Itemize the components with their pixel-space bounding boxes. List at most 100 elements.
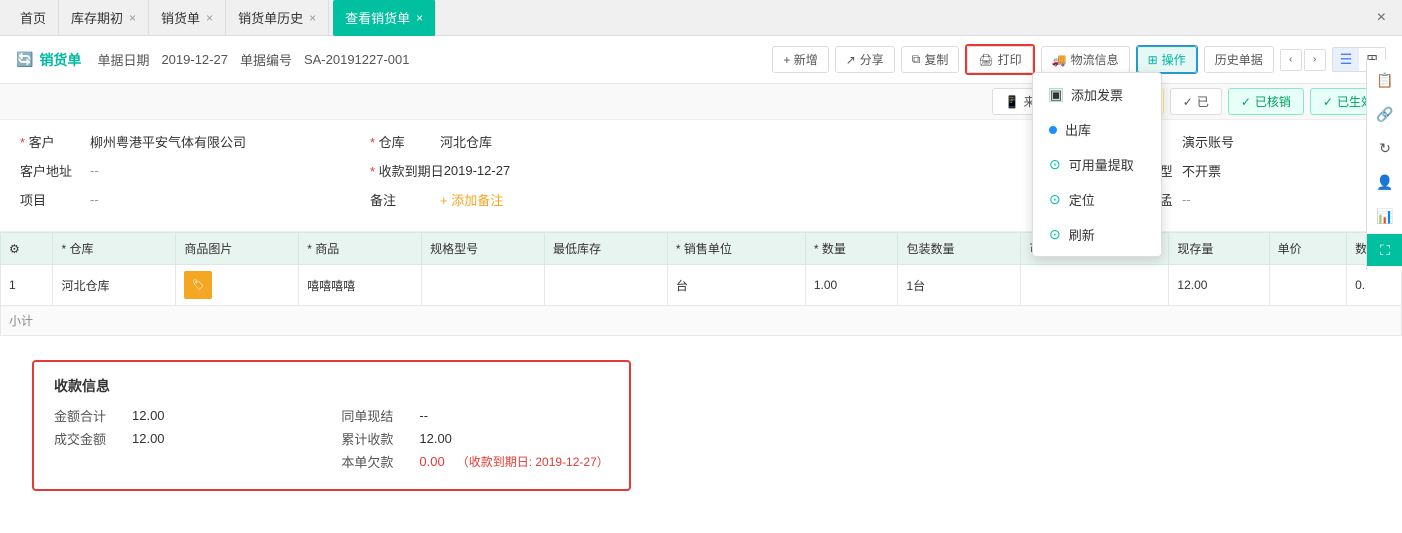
rt-expand-btn[interactable]: ⛶	[1367, 234, 1402, 266]
outbound-item[interactable]: 出库	[1033, 112, 1161, 147]
doc-actions: + 新增 ↗ 分享 ⧉ 复制 🖨 打印 🚚 物流信息 ⊞	[772, 44, 1386, 75]
th-pack-qty: 包装数量	[898, 233, 1021, 265]
locate-label: 定位	[1069, 190, 1095, 209]
subtotal-cell: 小计	[1, 306, 1402, 336]
customer-label: 客户	[20, 132, 90, 151]
tab-sales-close[interactable]: ×	[206, 11, 213, 25]
effective-icon: ✓	[1323, 95, 1333, 109]
refresh-item[interactable]: ⊙ 刷新	[1033, 217, 1161, 252]
prev-btn[interactable]: ‹	[1280, 49, 1302, 71]
project-value: --	[90, 192, 250, 207]
subtotal-row: 小计	[1, 306, 1402, 336]
owed-value: 0.00	[419, 454, 444, 469]
cell-pack-qty: 1台	[898, 265, 1021, 306]
tab-inventory-init[interactable]: 库存期初 ×	[59, 0, 149, 36]
operation-btn[interactable]: ⊞ 操作	[1137, 46, 1197, 73]
th-gear: ⚙	[1, 233, 53, 265]
share-btn[interactable]: ↗ 分享	[835, 46, 895, 73]
main-content: 🔄 销货单 单据日期 2019-12-27 单据编号 SA-20191227-0…	[0, 36, 1402, 533]
rt-refresh-btn[interactable]: ↻	[1367, 132, 1402, 164]
owed-item: 本单欠款 0.00 （收款到期日: 2019-12-27）	[341, 452, 608, 471]
staff-value: 演示账号	[1182, 132, 1342, 151]
warehouse-label: 仓库	[370, 132, 440, 151]
tab-inventory-close[interactable]: ×	[129, 11, 136, 25]
cell-product: 嘻嘻嘻嘻	[299, 265, 422, 306]
address-label: 客户地址	[20, 161, 90, 180]
th-min-stock: 最低库存	[544, 233, 667, 265]
tab-home-label: 首页	[20, 8, 46, 27]
check-icon-btn[interactable]: ✓ 已	[1170, 88, 1222, 115]
product-table: ⚙ * 仓库 商品图片 * 商品 规格型号 最低库存 * 销售单位 * 数量 包…	[0, 232, 1402, 336]
project-label: 项目	[20, 190, 90, 209]
total-label: 金额合计	[54, 406, 124, 425]
doc-title-text: 销货单	[39, 50, 81, 70]
form-row-customer: 客户 柳州粤港平安气体有限公司 仓库 河北仓库 业务员 演示账号	[20, 132, 1382, 151]
payment-section: 收款信息 金额合计 12.00 成交金额 12.00 同单现结 --	[32, 360, 631, 491]
cell-index: 1	[1, 265, 53, 306]
th-warehouse: * 仓库	[53, 233, 176, 265]
deal-label: 成交金额	[54, 429, 124, 448]
refresh-icon: ⊙	[1049, 226, 1061, 243]
tab-sales-history[interactable]: 销货单历史 ×	[226, 0, 329, 36]
cell-extra: 0.	[1347, 265, 1402, 306]
copy-icon: ⧉	[912, 52, 921, 67]
rt-chart-btn[interactable]: 📊	[1367, 200, 1402, 232]
tab-history-close[interactable]: ×	[309, 11, 316, 25]
copy-btn[interactable]: ⧉ 复制	[901, 46, 960, 73]
form-row-project: 项目 -- 备注 + 添加备注 业务员孟 --	[20, 190, 1382, 209]
th-unit: * 销售单位	[667, 233, 805, 265]
cell-qty: 1.00	[805, 265, 898, 306]
available-extract-item[interactable]: ⊙ 可用量提取	[1033, 147, 1161, 182]
add-invoice-label: 添加发票	[1071, 85, 1123, 104]
tab-inventory-label: 库存期初	[71, 8, 123, 27]
list-view-btn[interactable]: ☰	[1333, 48, 1360, 71]
truck-icon: 🚚	[1052, 53, 1067, 67]
payment-col-right: 同单现结 -- 累计收款 12.00 本单欠款 0.00 （收款到期日: 201…	[341, 406, 608, 475]
product-table-wrap: ⚙ * 仓库 商品图片 * 商品 规格型号 最低库存 * 销售单位 * 数量 包…	[0, 232, 1402, 336]
print-btn[interactable]: 🖨 打印	[967, 46, 1032, 73]
cancel-icon: ✓	[1241, 95, 1251, 109]
tab-sales-order[interactable]: 销货单 ×	[149, 0, 226, 36]
rt-link-btn[interactable]: 🔗	[1367, 98, 1402, 130]
history-btn[interactable]: 历史单据	[1204, 46, 1274, 73]
tab-view-close[interactable]: ×	[416, 11, 423, 25]
rt-user-btn[interactable]: 👤	[1367, 166, 1402, 198]
add-note-btn[interactable]: + 添加备注	[440, 190, 503, 209]
doc-title: 🔄 销货单	[16, 50, 81, 70]
cumulative-label: 累计收款	[341, 429, 411, 448]
locate-item[interactable]: ⊙ 定位	[1033, 182, 1161, 217]
cell-warehouse: 河北仓库	[53, 265, 176, 306]
window-close-btn[interactable]: ×	[1369, 9, 1394, 27]
tab-home[interactable]: 首页	[8, 0, 59, 36]
cell-available	[1021, 265, 1169, 306]
no-label: 单据编号	[240, 50, 292, 69]
tab-view-label: 查看销货单	[345, 8, 410, 27]
owed-label: 本单欠款	[341, 452, 411, 471]
total-value: 12.00	[132, 408, 165, 423]
deal-item: 成交金额 12.00	[54, 429, 321, 448]
outbound-dot-icon	[1049, 126, 1057, 134]
cancelled-btn[interactable]: ✓ 已核销	[1228, 88, 1304, 115]
invoice-square-icon: ▣	[1049, 88, 1063, 102]
cumulative-item: 累计收款 12.00	[341, 429, 608, 448]
add-invoice-item[interactable]: ▣ 添加发票	[1033, 77, 1161, 112]
logistics-btn[interactable]: 🚚 物流信息	[1041, 46, 1130, 73]
tab-history-label: 销货单历史	[238, 8, 303, 27]
cell-unit: 台	[667, 265, 805, 306]
next-btn[interactable]: ›	[1304, 49, 1326, 71]
payment-grid: 金额合计 12.00 成交金额 12.00 同单现结 -- 累计收款	[54, 406, 609, 475]
th-product: * 商品	[299, 233, 422, 265]
print-btn-wrap: 🖨 打印	[965, 44, 1034, 75]
product-image: 🏷	[184, 271, 212, 299]
tab-sales-label: 销货单	[161, 8, 200, 27]
due-date-value: 2019-12-27	[444, 163, 604, 178]
available-icon: ⊙	[1049, 156, 1061, 173]
rt-clipboard-btn[interactable]: 📋	[1367, 64, 1402, 96]
table-header-row: ⚙ * 仓库 商品图片 * 商品 规格型号 最低库存 * 销售单位 * 数量 包…	[1, 233, 1402, 265]
note-label: 备注	[370, 190, 440, 209]
tab-view-order[interactable]: 查看销货单 ×	[333, 0, 436, 36]
payment-section-wrap: 收款信息 金额合计 12.00 成交金额 12.00 同单现结 --	[0, 336, 1402, 515]
plus-icon: +	[440, 193, 448, 208]
table-row: 1 河北仓库 🏷 嘻嘻嘻嘻 台 1.00 1台 12.00 0.	[1, 265, 1402, 306]
new-btn[interactable]: + 新增	[772, 46, 828, 73]
